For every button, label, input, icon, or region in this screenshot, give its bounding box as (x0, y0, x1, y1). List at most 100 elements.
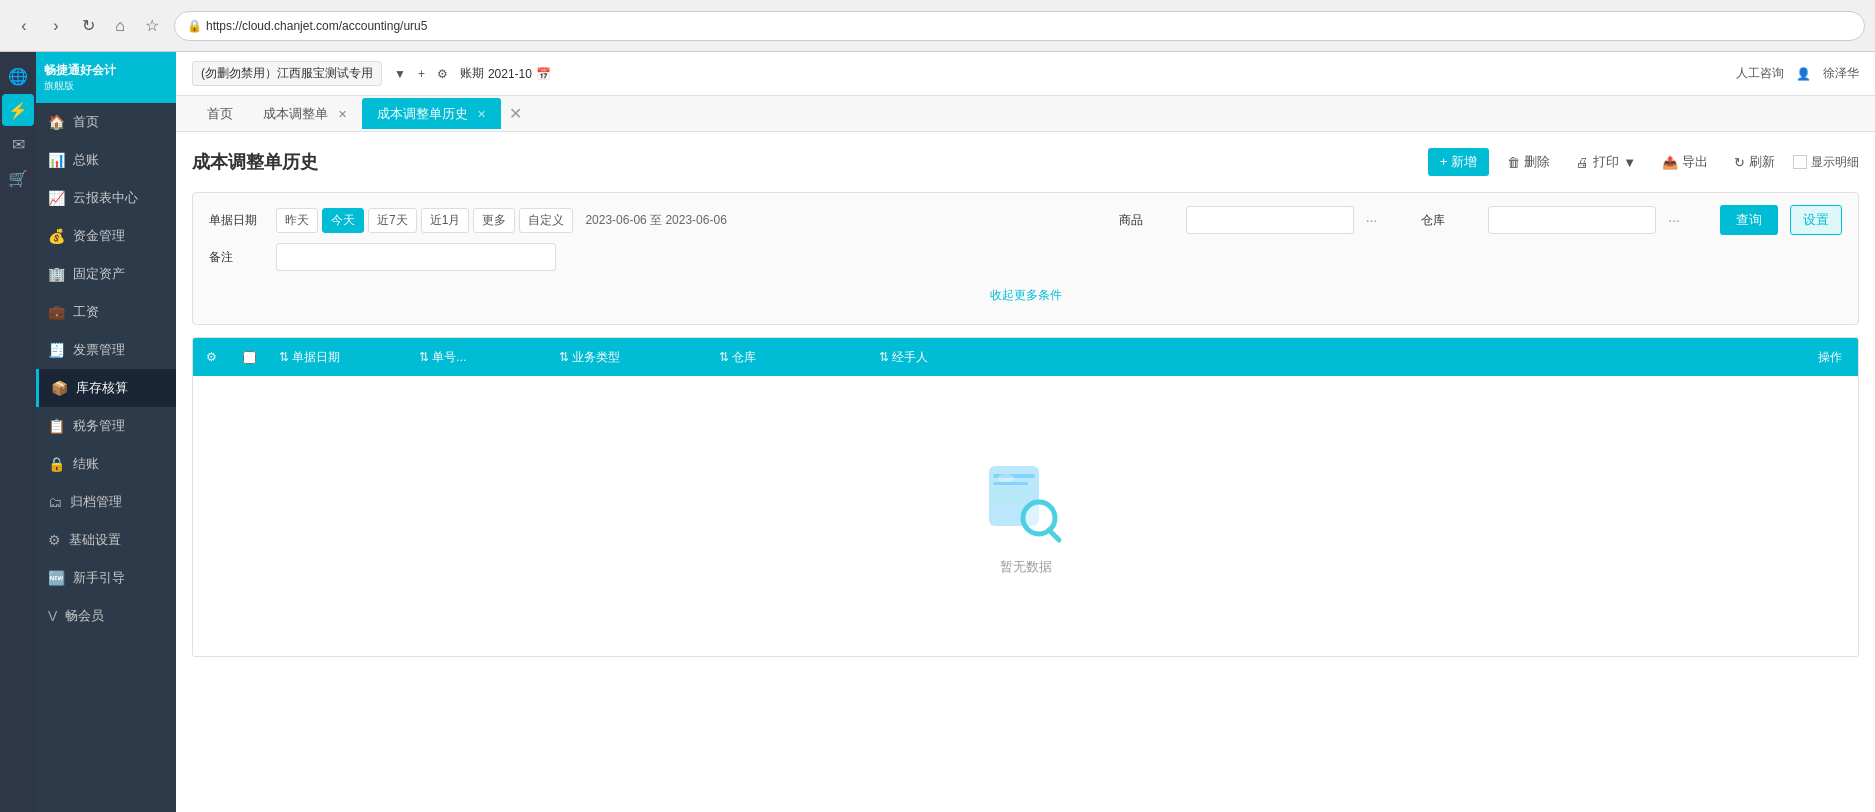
company-selector[interactable]: (勿删勿禁用）江西服宝测试专用 (192, 61, 382, 86)
remark-filter-input[interactable] (276, 243, 556, 271)
print-icon: 🖨 (1576, 155, 1589, 170)
filter-area: 单据日期 昨天 今天 近7天 近1月 更多 自定义 2023-06-06 至 2… (192, 192, 1859, 325)
date-btn-today[interactable]: 今天 (322, 208, 364, 233)
page-title: 成本调整单历史 (192, 150, 318, 174)
goods-filter-label: 商品 (1119, 212, 1174, 229)
new-button[interactable]: + 新增 (1428, 148, 1490, 176)
filter-row-date: 单据日期 昨天 今天 近7天 近1月 更多 自定义 2023-06-06 至 2… (209, 205, 1842, 235)
closing-icon: 🔒 (48, 456, 65, 472)
goods-filter-dots[interactable]: ··· (1366, 212, 1378, 228)
th-date-label: ⇅ 单据日期 (279, 349, 340, 366)
display-label: 显示明细 (1811, 154, 1859, 171)
calendar-icon[interactable]: 📅 (536, 67, 551, 81)
sidebar-item-inventory[interactable]: 📦 库存核算 (36, 369, 176, 407)
page-body: 成本调整单历史 + 新增 🗑 删除 🖨 打印 ▼ 📤 导出 (176, 132, 1875, 812)
delete-button[interactable]: 🗑 删除 (1499, 149, 1558, 175)
date-btn-7days[interactable]: 近7天 (368, 208, 417, 233)
svg-rect-2 (993, 482, 1028, 485)
archive-icon: 🗂 (48, 494, 62, 510)
sidebar-menu: 🏠 首页 📊 总账 📈 云报表中心 💰 资金管理 🏢 固定资产 💼 工资 (36, 103, 176, 812)
sidebar-label-ledger: 总账 (73, 151, 99, 169)
guide-icon: 🆕 (48, 570, 65, 586)
th-biz-type: ⇅ 业务类型 (549, 349, 709, 366)
svg-line-6 (1049, 530, 1059, 540)
sidebar-item-settings[interactable]: ⚙ 基础设置 (36, 521, 176, 559)
add-tab-btn[interactable]: + (418, 67, 425, 81)
tab-cost-adjust-history-close[interactable]: ✕ (477, 108, 486, 120)
sidebar-item-invoice[interactable]: 🧾 发票管理 (36, 331, 176, 369)
sidebar-item-ledger[interactable]: 📊 总账 (36, 141, 176, 179)
sidebar-item-archive[interactable]: 🗂 归档管理 (36, 483, 176, 521)
tab-cost-adjust-label: 成本调整单 (263, 106, 328, 121)
browser-nav-buttons: ‹ › ↻ ⌂ ☆ (10, 12, 166, 40)
sidebar-item-guide[interactable]: 🆕 新手引导 (36, 559, 176, 597)
browser-chrome: ‹ › ↻ ⌂ ☆ 🔒 https://cloud.chanjet.com/ac… (0, 0, 1875, 52)
dropdown-arrow[interactable]: ▼ (394, 67, 406, 81)
tab-cost-adjust-history[interactable]: 成本调整单历史 ✕ (362, 98, 502, 129)
star-button[interactable]: ☆ (138, 12, 166, 40)
sidebar-item-closing[interactable]: 🔒 结账 (36, 445, 176, 483)
back-button[interactable]: ‹ (10, 12, 38, 40)
print-dropdown[interactable]: ▼ (1623, 155, 1636, 170)
date-filter-buttons: 昨天 今天 近7天 近1月 更多 自定义 (276, 208, 573, 233)
th-warehouse: ⇅ 仓库 (709, 349, 869, 366)
settings-top-icon[interactable]: ⚙ (437, 67, 448, 81)
home-icon: 🏠 (48, 114, 65, 130)
close-all-tabs[interactable]: ✕ (501, 104, 530, 123)
date-btn-more[interactable]: 更多 (473, 208, 515, 233)
collapse-button[interactable]: 收起更多条件 (209, 279, 1842, 312)
th-settings[interactable]: ⚙ (193, 350, 229, 364)
sidebar-label-assets: 固定资产 (73, 265, 125, 283)
export-button[interactable]: 📤 导出 (1654, 149, 1716, 175)
filter-settings-button[interactable]: 设置 (1790, 205, 1842, 235)
sidebar-label-archive: 归档管理 (70, 493, 122, 511)
warehouse-filter-label: 仓库 (1421, 212, 1476, 229)
warehouse-filter-dots[interactable]: ··· (1668, 212, 1680, 228)
forward-button[interactable]: › (42, 12, 70, 40)
app-container: 🌐 ⚡ ✉ 🛒 畅捷通好会计 旗舰版 🏠 首页 📊 总账 📈 云报表中心 (0, 52, 1875, 812)
top-header-left: (勿删勿禁用）江西服宝测试专用 ▼ + ⚙ 账期 2021-10 📅 (192, 61, 551, 86)
th-handler: ⇅ 经手人 (869, 349, 1009, 366)
sidebar-item-reports[interactable]: 📈 云报表中心 (36, 179, 176, 217)
icon-sidebar-shop[interactable]: 🛒 (2, 162, 34, 194)
date-btn-yesterday[interactable]: 昨天 (276, 208, 318, 233)
display-checkbox[interactable] (1793, 155, 1807, 169)
tab-cost-adjust[interactable]: 成本调整单 ✕ (248, 98, 362, 129)
refresh-button[interactable]: ↻ (74, 12, 102, 40)
icon-sidebar-mail[interactable]: ✉ (2, 128, 34, 160)
home-button[interactable]: ⌂ (106, 12, 134, 40)
tab-cost-adjust-close[interactable]: ✕ (338, 108, 347, 120)
th-checkbox[interactable] (229, 351, 269, 364)
select-all-checkbox[interactable] (243, 351, 256, 364)
sidebar-item-tax[interactable]: 📋 税务管理 (36, 407, 176, 445)
remark-filter-label: 备注 (209, 249, 264, 266)
icon-sidebar-active[interactable]: ⚡ (2, 94, 34, 126)
date-btn-1month[interactable]: 近1月 (421, 208, 470, 233)
th-warehouse-label: ⇅ 仓库 (719, 349, 756, 366)
sidebar-item-assets[interactable]: 🏢 固定资产 (36, 255, 176, 293)
query-button[interactable]: 查询 (1720, 205, 1778, 235)
th-biz-type-label: ⇅ 业务类型 (559, 349, 620, 366)
sidebar-item-salary[interactable]: 💼 工资 (36, 293, 176, 331)
customer-service-btn[interactable]: 人工咨询 (1736, 65, 1784, 82)
goods-filter-input[interactable] (1186, 206, 1354, 234)
tab-home[interactable]: 首页 (192, 98, 248, 129)
th-actions-label: 操作 (1818, 350, 1842, 364)
sidebar-item-vip[interactable]: V 畅会员 (36, 597, 176, 635)
date-filter-label: 单据日期 (209, 212, 264, 229)
export-label: 导出 (1682, 153, 1708, 171)
sidebar-item-home[interactable]: 🏠 首页 (36, 103, 176, 141)
address-bar[interactable]: 🔒 https://cloud.chanjet.com/accounting/u… (174, 11, 1865, 41)
tab-home-label: 首页 (207, 106, 233, 121)
reports-icon: 📈 (48, 190, 65, 206)
sidebar-label-reports: 云报表中心 (73, 189, 138, 207)
date-btn-custom[interactable]: 自定义 (519, 208, 573, 233)
sidebar-item-capital[interactable]: 💰 资金管理 (36, 217, 176, 255)
user-name[interactable]: 徐泽华 (1823, 65, 1859, 82)
refresh-button[interactable]: ↻ 刷新 (1726, 149, 1783, 175)
logo-title: 畅捷通好会计 (44, 62, 116, 79)
print-button[interactable]: 🖨 打印 ▼ (1568, 149, 1644, 175)
warehouse-filter-input[interactable] (1488, 206, 1656, 234)
icon-sidebar-weibo[interactable]: 🌐 (2, 60, 34, 92)
sidebar-label-capital: 资金管理 (73, 227, 125, 245)
